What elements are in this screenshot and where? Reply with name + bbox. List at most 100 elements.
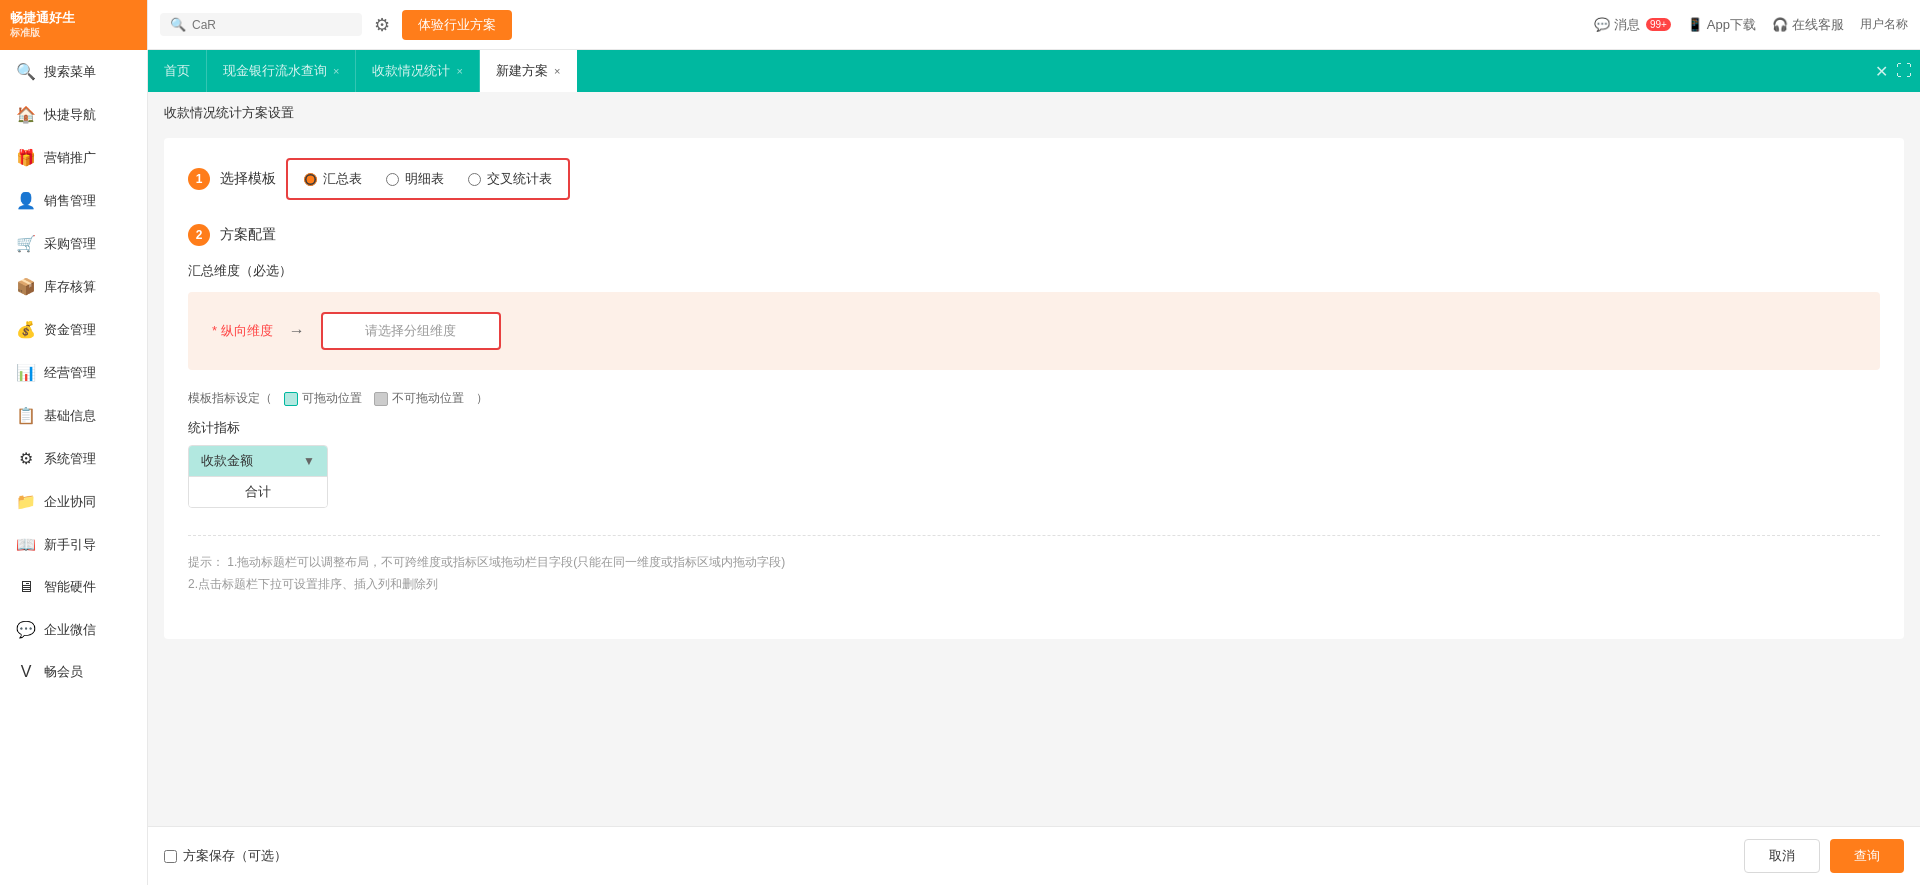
save-checkbox-text: 方案保存（可选） [183,847,287,865]
search-box[interactable]: 🔍 [160,13,362,36]
hint-text-1: 提示： 1.拖动标题栏可以调整布局，不可跨维度或指标区域拖动栏目字段(只能在同一… [188,552,1880,574]
main-card: 1 选择模板 汇总表 明细表 交叉统计表 [164,138,1904,639]
radio-summary-label: 汇总表 [323,170,362,188]
hint-2: 2.点击标题栏下拉可设置排序、插入列和删除列 [188,577,438,591]
settings-icon[interactable]: ⚙ [374,14,390,36]
sidebar-item-beginner-guide[interactable]: 📖新手引导 [0,523,147,566]
tab-collection-stats[interactable]: 收款情况统计 × [356,50,479,92]
sidebar-item-finance[interactable]: 💰资金管理 [0,308,147,351]
template-options: 汇总表 明细表 交叉统计表 [286,158,570,200]
dimension-section-label: 汇总维度（必选） [188,262,1880,280]
tab-cash-bank[interactable]: 现金银行流水查询× [207,50,356,92]
tabs-right-actions: ✕ ⛶ [1875,62,1920,81]
message-action[interactable]: 💬 消息 99+ [1594,16,1671,34]
sidebar-label-quick-nav: 快捷导航 [44,106,96,124]
service-icon: 🎧 [1772,17,1788,32]
sidebar-item-marketing[interactable]: 🎁 营销推广 [0,136,147,179]
legend-non-draggable-label: 不可拖动位置 [392,390,464,407]
step1-title: 选择模板 [220,170,276,188]
draggable-box [284,392,298,406]
metrics-label: 统计指标 [188,419,1880,437]
dimension-row: * 纵向维度 → 请选择分组维度 [212,312,1856,350]
sidebar-icon-quick-nav: 🏠 [16,105,36,124]
col-title: 收款金额 [201,452,253,470]
search-input[interactable] [192,18,352,32]
save-checkbox[interactable] [164,850,177,863]
tab-home[interactable]: 首页 [148,50,207,92]
sidebar-logo: 畅捷通好生 标准版 [0,0,147,50]
sidebar-item-enterprise-collab[interactable]: 📁企业协同 [0,480,147,523]
radio-summary[interactable]: 汇总表 [304,170,362,188]
radio-summary-input[interactable] [304,173,317,186]
radio-cross-input[interactable] [468,173,481,186]
step2-section: 2 方案配置 汇总维度（必选） * 纵向维度 → 请选择分组维度 [188,224,1880,595]
metrics-header-label: 模板指标设定（ [188,390,272,407]
sidebar-label-search-menu: 搜索菜单 [44,63,96,81]
radio-cross[interactable]: 交叉统计表 [468,170,552,188]
dimension-select[interactable]: 请选择分组维度 [321,312,501,350]
sidebar-item-sales[interactable]: 👤销售管理 [0,179,147,222]
sidebar-item-members[interactable]: V 畅会员 [0,651,147,693]
sidebar-icon-system: ⚙ [16,449,36,468]
sidebar-icon-sales: 👤 [16,191,36,210]
sidebar-item-basic-info[interactable]: 📋基础信息 [0,394,147,437]
sidebar-item-system[interactable]: ⚙ 系统管理 [0,437,147,480]
sidebar-item-quick-nav[interactable]: 🏠 快捷导航 [0,93,147,136]
message-badge: 99+ [1646,18,1671,31]
radio-detail[interactable]: 明细表 [386,170,444,188]
sidebar-item-search-menu[interactable]: 🔍 搜索菜单 [0,50,147,93]
sidebar-label-inventory: 库存核算 [44,278,96,296]
tab-label-new-plan: 新建方案 [496,62,548,80]
sidebar-item-inventory[interactable]: 📦 库存核算 [0,265,147,308]
sidebar-label-basic-info: 基础信息 [44,407,96,425]
dimension-placeholder: 请选择分组维度 [365,323,456,338]
sidebar-item-purchase[interactable]: 🛒采购管理 [0,222,147,265]
tab-label-home: 首页 [164,62,190,80]
sidebar-icon-search-menu: 🔍 [16,62,36,81]
user-name: 用户名称 [1860,17,1908,31]
step2-header: 2 方案配置 [188,224,1880,246]
sidebar-icon-inventory: 📦 [16,277,36,296]
metrics-table: 收款金额 ▼ 合计 [188,445,328,508]
page-title: 收款情况统计方案设置 [164,104,1904,122]
footer: 方案保存（可选） 取消 查询 [148,826,1920,885]
sidebar-item-smart-hardware[interactable]: 🖥智能硬件 [0,566,147,608]
radio-cross-label: 交叉统计表 [487,170,552,188]
tab-label-collection-stats: 收款情况统计 [372,62,450,80]
sidebar-icon-beginner-guide: 📖 [16,535,36,554]
query-button[interactable]: 查询 [1830,839,1904,873]
app-download-action[interactable]: 📱 App下载 [1687,16,1756,34]
tab-new-plan[interactable]: 新建方案 × [480,50,577,92]
legend-draggable-label: 可拖动位置 [302,390,362,407]
sidebar-label-marketing: 营销推广 [44,149,96,167]
hint-label: 提示： [188,555,224,569]
online-service-action[interactable]: 🎧 在线客服 [1772,16,1844,34]
message-icon: 💬 [1594,17,1610,32]
sidebar-label-system: 系统管理 [44,450,96,468]
sidebar-icon-marketing: 🎁 [16,148,36,167]
sidebar-label-purchase: 采购管理 [44,235,96,253]
tab-close-new-plan[interactable]: × [554,65,560,77]
arrow-icon: → [289,322,305,340]
tabs-bar: 首页现金银行流水查询× 收款情况统计 × 新建方案 × ✕ ⛶ [148,50,1920,92]
save-checkbox-label[interactable]: 方案保存（可选） [164,847,287,865]
tab-close-collection-stats[interactable]: × [456,65,462,77]
tab-close-cash-bank[interactable]: × [333,65,339,77]
sidebar-icon-smart-hardware: 🖥 [16,578,36,596]
radio-detail-input[interactable] [386,173,399,186]
cancel-button[interactable]: 取消 [1744,839,1820,873]
radio-detail-label: 明细表 [405,170,444,188]
col-dropdown-icon[interactable]: ▼ [303,454,315,468]
sidebar-item-enterprise-wechat[interactable]: 💬企业微信 [0,608,147,651]
sidebar-label-enterprise-wechat: 企业微信 [44,621,96,639]
close-tab-icon[interactable]: ✕ [1875,62,1888,81]
content-area: 收款情况统计方案设置 1 选择模板 汇总表 明细表 [148,92,1920,826]
sidebar-label-members: 畅会员 [44,663,83,681]
sidebar: 畅捷通好生 标准版 🔍 搜索菜单 🏠 快捷导航 🎁 营销推广 👤销售管理🛒采购管理 📦 库存核算… [0,0,148,885]
trial-btn[interactable]: 体验行业方案 [402,10,512,40]
hint-section: 提示： 1.拖动标题栏可以调整布局，不可跨维度或指标区域拖动栏目字段(只能在同一… [188,535,1880,595]
sidebar-item-operations[interactable]: 📊经营管理 [0,351,147,394]
maximize-icon[interactable]: ⛶ [1896,62,1912,80]
topbar: 🔍 ⚙ 体验行业方案 💬 消息 99+ 📱 App下载 🎧 在线客服 用户名称 [148,0,1920,50]
sidebar-icon-members: V [16,663,36,681]
